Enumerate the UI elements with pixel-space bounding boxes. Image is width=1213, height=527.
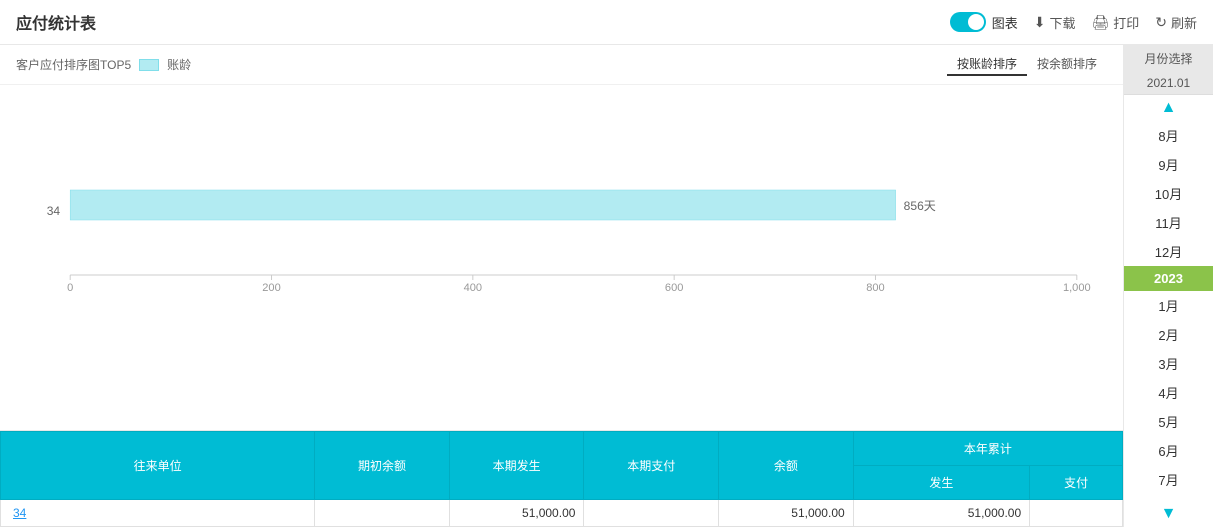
table-row: 34 51,000.00 51,000.00 51,000.00 bbox=[1, 500, 1123, 527]
svg-text:800: 800 bbox=[866, 282, 884, 294]
sidebar-month-item[interactable]: 2023 bbox=[1124, 266, 1213, 291]
chart-header: 客户应付排序图TOP5 账龄 按账龄排序 按余额排序 bbox=[0, 45, 1123, 85]
sidebar-scroll-up[interactable]: ▲ bbox=[1124, 95, 1213, 121]
col1-header: 往来单位 bbox=[1, 432, 315, 500]
refresh-icon: ↻ bbox=[1155, 14, 1167, 31]
sidebar-month-item[interactable]: 7月 bbox=[1124, 465, 1213, 494]
col2-header: 期初余额 bbox=[315, 432, 450, 500]
sort-by-balance-button[interactable]: 按账龄排序 bbox=[947, 53, 1027, 76]
sidebar: 月份选择 2021.01 ▲ 8月9月10月11月12月20231月2月3月4月… bbox=[1123, 45, 1213, 527]
cell-col3: 51,000.00 bbox=[449, 500, 584, 527]
table-area: 往来单位 期初余额 本期发生 本期支付 余额 本年累计 发生 支付 bbox=[0, 430, 1123, 527]
legend-box-label: 账龄 bbox=[167, 56, 191, 73]
svg-text:856天: 856天 bbox=[904, 199, 936, 213]
cell-col6-sub1: 51,000.00 bbox=[853, 500, 1029, 527]
col6-sub2-header: 支付 bbox=[1030, 466, 1123, 500]
cell-col6-sub2 bbox=[1030, 500, 1123, 527]
col6-header: 本年累计 bbox=[853, 432, 1122, 466]
print-label: 打印 bbox=[1113, 13, 1139, 32]
print-icon: 🖨 bbox=[1091, 14, 1109, 31]
sidebar-current-date: 2021.01 bbox=[1124, 72, 1213, 95]
download-button[interactable]: ⬇ 下载 bbox=[1034, 13, 1076, 32]
sidebar-month-item[interactable]: 1月 bbox=[1124, 291, 1213, 320]
data-table: 往来单位 期初余额 本期发生 本期支付 余额 本年累计 发生 支付 bbox=[0, 431, 1123, 527]
col3-header: 本期发生 bbox=[449, 432, 584, 500]
sidebar-month-item[interactable]: 8月 bbox=[1124, 121, 1213, 150]
main-layout: 客户应付排序图TOP5 账龄 按账龄排序 按余额排序 34 856天 bbox=[0, 45, 1213, 527]
cell-col2 bbox=[315, 500, 450, 527]
sidebar-header: 月份选择 bbox=[1124, 45, 1213, 72]
sidebar-month-item[interactable]: 9月 bbox=[1124, 150, 1213, 179]
page-title: 应付统计表 bbox=[16, 10, 96, 34]
svg-text:400: 400 bbox=[464, 282, 482, 294]
download-icon: ⬇ bbox=[1034, 14, 1046, 31]
bar-chart: 34 856天 0 200 400 600 800 1,000 bbox=[40, 95, 1107, 325]
sort-by-amount-button[interactable]: 按余额排序 bbox=[1027, 53, 1107, 76]
sidebar-months: 8月9月10月11月12月20231月2月3月4月5月6月7月 bbox=[1124, 121, 1213, 501]
header: 应付统计表 图表 ⬇ 下载 🖨 打印 ↻ 刷新 bbox=[0, 0, 1213, 45]
svg-text:200: 200 bbox=[262, 282, 280, 294]
col5-header: 余额 bbox=[719, 432, 854, 500]
sidebar-month-item[interactable]: 6月 bbox=[1124, 436, 1213, 465]
sidebar-month-item[interactable]: 12月 bbox=[1124, 237, 1213, 266]
sidebar-month-item[interactable]: 4月 bbox=[1124, 378, 1213, 407]
svg-text:1,000: 1,000 bbox=[1063, 282, 1091, 294]
chart-toggle-label: 图表 bbox=[992, 13, 1018, 32]
sidebar-month-item[interactable]: 10月 bbox=[1124, 179, 1213, 208]
chart-area: 客户应付排序图TOP5 账龄 按账龄排序 按余额排序 34 856天 bbox=[0, 45, 1123, 527]
legend-title: 客户应付排序图TOP5 bbox=[16, 56, 131, 73]
svg-text:600: 600 bbox=[665, 282, 683, 294]
col6-sub1-header: 发生 bbox=[853, 466, 1029, 500]
svg-text:0: 0 bbox=[67, 282, 73, 294]
chart-legend: 客户应付排序图TOP5 账龄 bbox=[16, 56, 191, 73]
cell-col1[interactable]: 34 bbox=[1, 500, 315, 527]
cell-col5: 51,000.00 bbox=[719, 500, 854, 527]
chart-toggle[interactable]: 图表 bbox=[950, 12, 1018, 32]
legend-box bbox=[139, 59, 159, 71]
chart-wrapper: 34 856天 0 200 400 600 800 1,000 bbox=[0, 85, 1123, 430]
sidebar-month-item[interactable]: 2月 bbox=[1124, 320, 1213, 349]
sidebar-month-item[interactable]: 11月 bbox=[1124, 208, 1213, 237]
toggle-track[interactable] bbox=[950, 12, 986, 32]
sidebar-scroll-down[interactable]: ▼ bbox=[1124, 501, 1213, 527]
cell-col4 bbox=[584, 500, 719, 527]
header-actions: 图表 ⬇ 下载 🖨 打印 ↻ 刷新 bbox=[950, 12, 1197, 32]
sidebar-month-item[interactable]: 5月 bbox=[1124, 407, 1213, 436]
refresh-label: 刷新 bbox=[1171, 13, 1197, 32]
col4-header: 本期支付 bbox=[584, 432, 719, 500]
download-label: 下载 bbox=[1049, 13, 1075, 32]
refresh-button[interactable]: ↻ 刷新 bbox=[1155, 13, 1197, 32]
sidebar-month-item[interactable]: 3月 bbox=[1124, 349, 1213, 378]
toggle-thumb bbox=[968, 14, 984, 30]
chart-sort-buttons: 按账龄排序 按余额排序 bbox=[947, 53, 1107, 76]
svg-text:34: 34 bbox=[47, 204, 61, 218]
app-container: 应付统计表 图表 ⬇ 下载 🖨 打印 ↻ 刷新 bbox=[0, 0, 1213, 527]
print-button[interactable]: 🖨 打印 bbox=[1091, 13, 1139, 32]
